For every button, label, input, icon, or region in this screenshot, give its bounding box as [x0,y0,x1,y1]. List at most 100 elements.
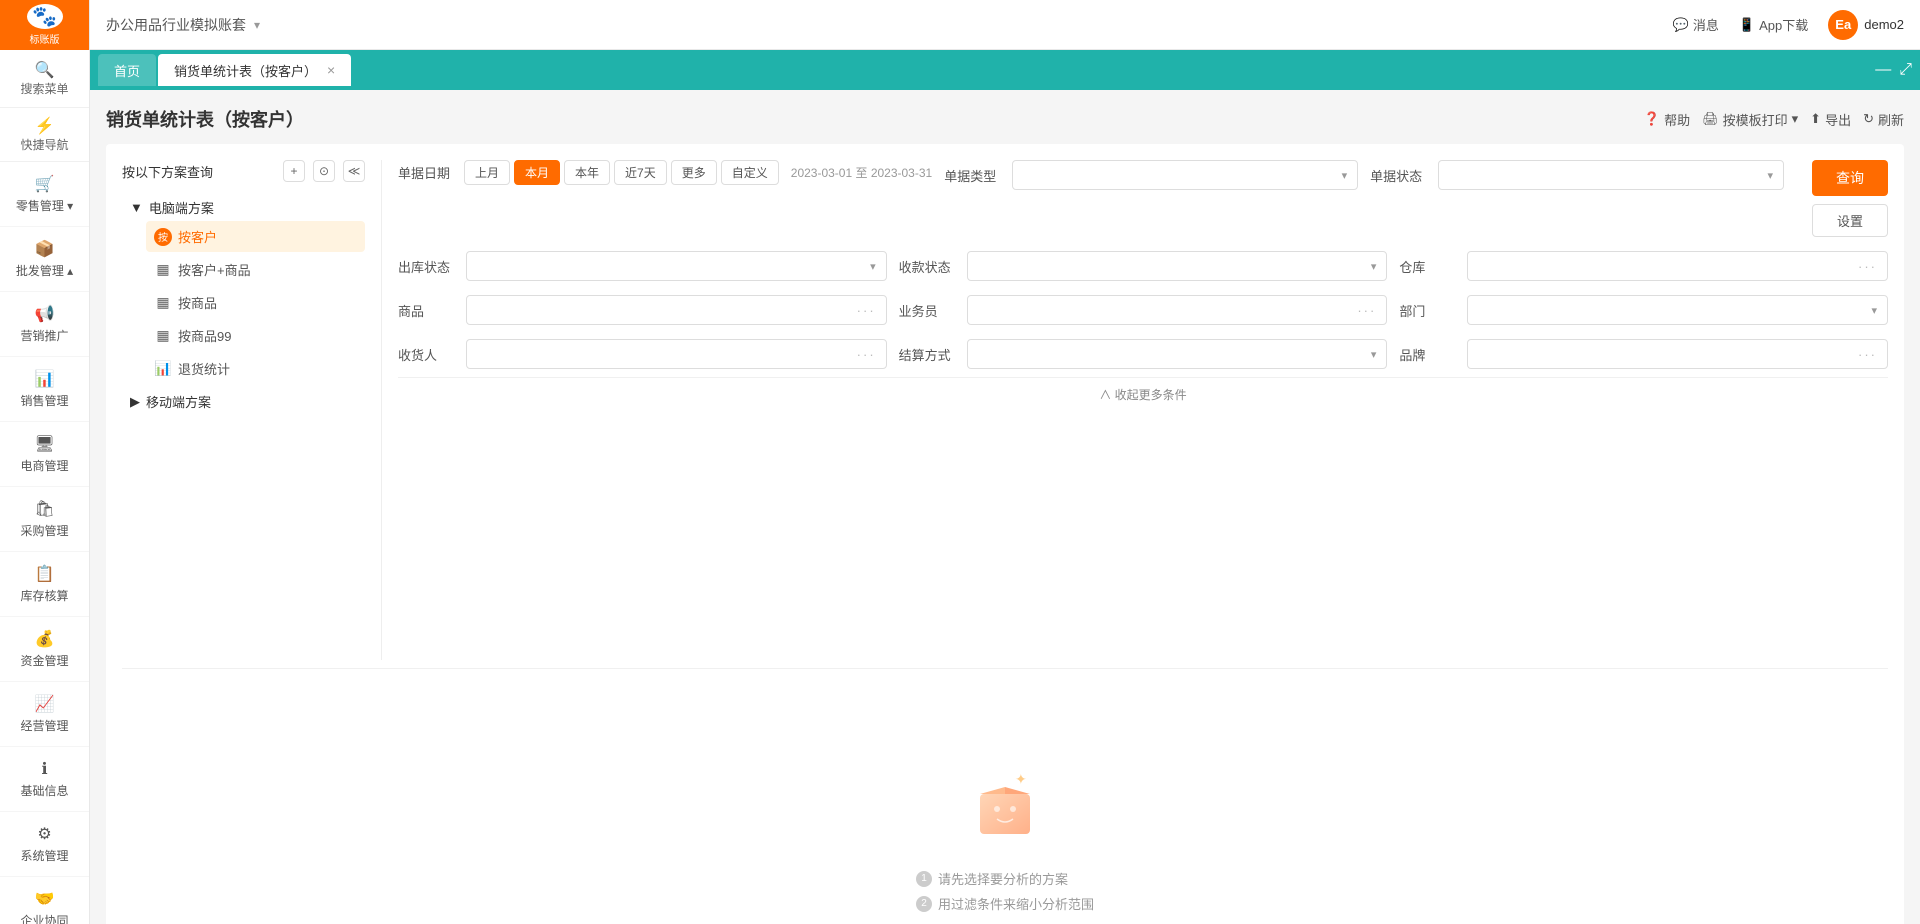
goods-input[interactable]: ··· [466,295,887,325]
bill-type-label: 单据类型 [944,166,1004,185]
bill-type-select[interactable]: ▾ [1012,160,1358,190]
sidebar: 🐾 标账版 🔍 搜索菜单 ⚡ 快捷导航 🛒 零售管理 ▾ 📦 批发管理 ▴ 📢 … [0,0,90,924]
warehouse-input[interactable]: ··· [1467,251,1888,281]
refresh-button[interactable]: ↻ 刷新 [1863,110,1904,129]
print-button[interactable]: 🖨 按模板打印 ▾ [1702,110,1798,129]
tab-maximize-icon[interactable]: ⤢ [1899,61,1912,79]
scheme-title: 按以下方案查询 [122,162,213,181]
help-button[interactable]: ❓ 帮助 [1644,110,1690,129]
empty-tips: 1 请先选择要分析的方案 2 用过滤条件来缩小分析范围 [916,869,1094,919]
scheme-by-customer-goods[interactable]: ▦ 按客户+商品 [146,254,365,285]
scheme-by-customer[interactable]: 按 按客户 [146,221,365,252]
collapse-row: ∧ 收起更多条件 [398,377,1888,411]
message-button[interactable]: 💬 消息 [1673,15,1719,34]
user-area[interactable]: Ea demo2 [1828,10,1904,40]
topbar-dropdown[interactable]: ▾ [254,18,260,32]
date-this-year[interactable]: 本年 [564,160,610,185]
page-header: 销货单统计表（按客户） ❓ 帮助 🖨 按模板打印 ▾ ⬆ 导出 [106,106,1904,132]
sidebar-item-retail[interactable]: 🛒 零售管理 ▾ [0,162,89,227]
out-status-select[interactable]: ▾ [466,251,887,281]
page-actions: ❓ 帮助 🖨 按模板打印 ▾ ⬆ 导出 ↻ 刷新 [1644,110,1904,129]
payment-select[interactable]: ▾ [967,339,1388,369]
action-buttons: 查询 设置 [1812,160,1888,237]
sidebar-item-collaboration[interactable]: 🤝 企业协同 [0,877,89,924]
brand-section: 品牌 ··· [1399,339,1888,369]
sidebar-item-marketing[interactable]: 📢 营销推广 [0,292,89,357]
tab-home-label: 首页 [114,61,140,80]
shortcut-nav[interactable]: ⚡ 快捷导航 [0,108,89,162]
receiver-label: 收货人 [398,345,458,364]
query-button[interactable]: 查询 [1812,160,1888,196]
date-filter-section: 单据日期 上月 本月 本年 近7天 更多 自定义 2023-03-01 至 20… [398,160,932,185]
receipt-status-chevron-down-icon: ▾ [1371,260,1377,273]
date-this-month[interactable]: 本月 [514,160,560,185]
logo-text: 标账版 [30,31,60,46]
page-title: 销货单统计表（按客户） [106,106,304,132]
payment-section: 结算方式 ▾ [899,339,1388,369]
sidebar-item-wholesale[interactable]: 📦 批发管理 ▴ [0,227,89,292]
filter-row3: 商品 ··· 业务员 ··· [398,295,1888,325]
salesperson-input[interactable]: ··· [967,295,1388,325]
tab-home[interactable]: 首页 [98,54,156,86]
sidebar-item-basic[interactable]: ℹ 基础信息 [0,747,89,812]
receipt-status-select[interactable]: ▾ [967,251,1388,281]
avatar: Ea [1828,10,1858,40]
tab-close-icon[interactable]: × [327,62,335,78]
export-button[interactable]: ⬆ 导出 [1810,110,1851,129]
filter-row4: 收货人 ··· 结算方式 ▾ [398,339,1888,369]
receipt-status-label: 收款状态 [899,257,959,276]
department-select[interactable]: ▾ [1467,295,1888,325]
collapse-button[interactable]: ∧ 收起更多条件 [1099,388,1186,402]
scheme-panel: 按以下方案查询 + ⊙ ≪ ▼ 电脑端方案 [122,160,382,660]
date-range: 2023-03-01 至 2023-03-31 [791,164,932,181]
refresh-icon: ↻ [1863,111,1874,127]
scheme-collapse-button[interactable]: ≪ [343,160,365,182]
empty-tip-2: 2 用过滤条件来缩小分析范围 [916,894,1094,913]
bar-chart-icon3: ▦ [154,327,172,345]
topbar-left: 办公用品行业模拟账套 ▾ [106,15,260,35]
export-icon: ⬆ [1810,111,1821,127]
sidebar-item-finance[interactable]: 💰 资金管理 [0,617,89,682]
scheme-return-stats[interactable]: 📊 退货统计 [146,353,365,384]
scheme-settings-button[interactable]: ⊙ [313,160,335,182]
sidebar-item-inventory[interactable]: 📋 库存核算 [0,552,89,617]
tab-sales-report[interactable]: 销货单统计表（按客户） × [158,54,351,86]
app-download-button[interactable]: 📱 App下载 [1739,15,1808,34]
sidebar-item-sales[interactable]: 📊 销售管理 [0,357,89,422]
date-more[interactable]: 更多 [671,160,717,185]
receiver-input[interactable]: ··· [466,339,887,369]
receipt-status-section: 收款状态 ▾ [899,251,1388,281]
goods-section: 商品 ··· [398,295,887,325]
brand-input[interactable]: ··· [1467,339,1888,369]
salesperson-section: 业务员 ··· [899,295,1388,325]
desktop-group-title[interactable]: ▼ 电脑端方案 [130,194,365,221]
filter-area: 单据日期 上月 本月 本年 近7天 更多 自定义 2023-03-01 至 20… [382,160,1888,660]
sidebar-item-ecommerce[interactable]: 🖥 电商管理 [0,422,89,487]
scheme-by-goods[interactable]: ▦ 按商品 [146,287,365,318]
date-last-month[interactable]: 上月 [464,160,510,185]
sidebar-item-operations[interactable]: 📈 经营管理 [0,682,89,747]
bar-chart-icon4: 📊 [154,360,172,378]
mobile-group-title[interactable]: ▶ 移动端方案 [130,388,365,415]
help-icon: ❓ [1644,111,1660,127]
phone-icon: 📱 [1739,17,1755,33]
out-status-chevron-down-icon: ▾ [870,260,876,273]
goods-dots-icon: ··· [857,303,876,318]
bill-status-select[interactable]: ▾ [1438,160,1784,190]
sidebar-item-system[interactable]: ⚙ 系统管理 [0,812,89,877]
scheme-add-button[interactable]: + [283,160,305,182]
mobile-group-label: 移动端方案 [146,392,211,411]
logo-image: 🐾 [27,4,63,29]
date-custom[interactable]: 自定义 [721,160,779,185]
warehouse-section: 仓库 ··· [1399,251,1888,281]
tab-collapse-icon[interactable]: — [1875,61,1891,79]
date-7days[interactable]: 近7天 [614,160,667,185]
tabbar: 首页 销货单统计表（按客户） × — ⤢ [90,50,1920,90]
sidebar-item-purchase[interactable]: 🛍 采购管理 [0,487,89,552]
settings-button[interactable]: 设置 [1812,204,1888,237]
search-menu[interactable]: 🔍 搜索菜单 [0,50,89,108]
scheme-by-goods99[interactable]: ▦ 按商品99 [146,320,365,351]
svg-text:✦: ✦ [1015,771,1027,787]
bill-status-section: 单据状态 ▾ [1370,160,1784,190]
message-icon: 💬 [1673,17,1689,33]
